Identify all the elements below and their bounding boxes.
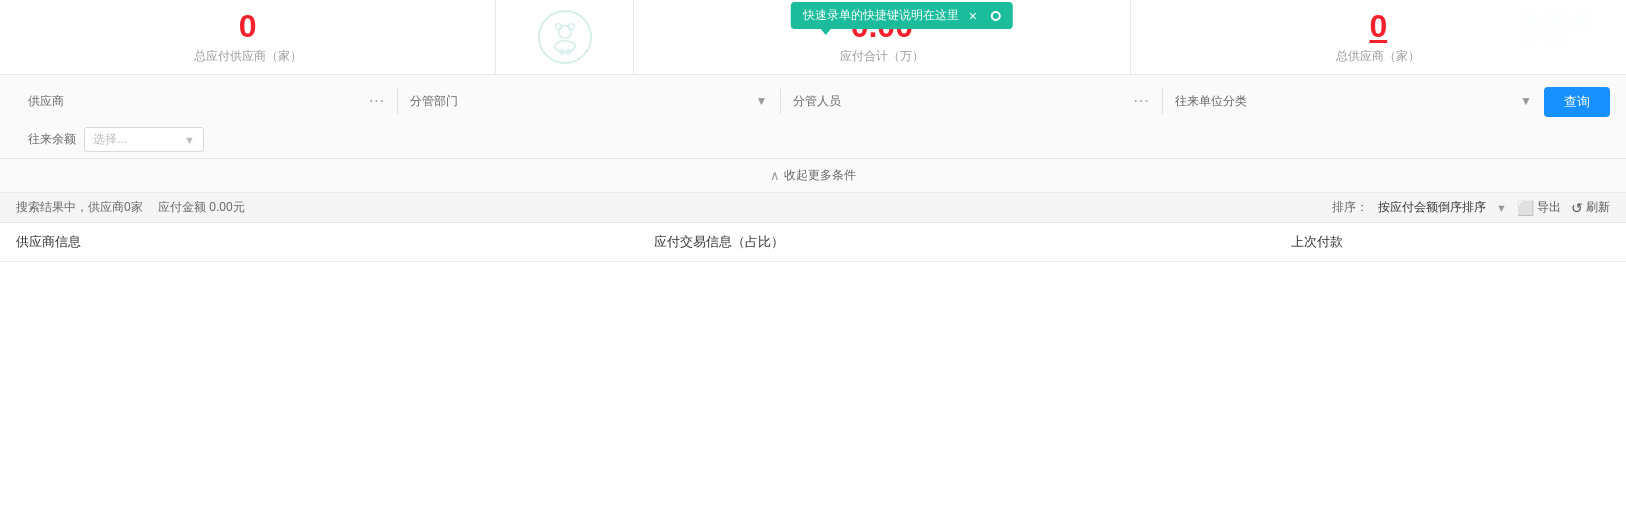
supplier-input[interactable] bbox=[84, 94, 361, 108]
stat-label-total: 应付合计（万） bbox=[840, 48, 924, 65]
svg-point-1 bbox=[555, 41, 575, 52]
export-label: 导出 bbox=[1537, 199, 1561, 216]
stat-total-suppliers: 0 总供应商（家） bbox=[1131, 0, 1626, 74]
tooltip-dot bbox=[991, 11, 1001, 21]
filter-dept: 分管部门 ▼ bbox=[398, 89, 780, 114]
svg-rect-13 bbox=[1546, 43, 1566, 47]
table-col2-header: 应付交易信息（占比） bbox=[654, 233, 1292, 251]
sort-value[interactable]: 按应付会额倒序排序 bbox=[1378, 199, 1486, 216]
supplier-dots-icon[interactable]: ··· bbox=[369, 92, 385, 110]
svg-rect-14 bbox=[1571, 12, 1591, 26]
supplier-label: 供应商 bbox=[28, 93, 76, 110]
refresh-icon: ↺ bbox=[1571, 200, 1583, 216]
export-icon: ⬜ bbox=[1517, 200, 1534, 216]
balance-label: 往来余额 bbox=[28, 131, 76, 148]
tooltip-text: 快速录单的快捷键说明在这里 bbox=[803, 7, 959, 24]
collapse-icon: ∧ bbox=[770, 168, 780, 183]
svg-rect-15 bbox=[1571, 29, 1591, 33]
dept-input[interactable] bbox=[466, 94, 747, 108]
filter-bar: 供应商 ··· 分管部门 ▼ 分管人员 ··· 往来单位分类 ▼ 查询 往来余额… bbox=[0, 75, 1626, 159]
icon-block bbox=[496, 0, 634, 74]
person-label: 分管人员 bbox=[793, 93, 841, 110]
balance-chevron-icon: ▼ bbox=[184, 134, 195, 146]
balance-select[interactable]: 选择... ▼ bbox=[84, 127, 204, 152]
export-button[interactable]: ⬜ 导出 bbox=[1517, 199, 1561, 216]
filter-row-2: 往来余额 选择... ▼ bbox=[16, 123, 1610, 154]
stat-total-payable-suppliers: 0 总应付供应商（家） bbox=[0, 0, 496, 74]
table-col3-header: 上次付款 bbox=[1291, 233, 1610, 251]
result-text: 搜索结果中，供应商0家 bbox=[16, 200, 143, 214]
table-header: 供应商信息 应付交易信息（占比） 上次付款 bbox=[0, 223, 1626, 262]
svg-point-0 bbox=[558, 26, 571, 39]
tooltip-bubble: 快速录单的快捷键说明在这里 × bbox=[791, 2, 1013, 29]
collapse-button[interactable]: ∧ 收起更多条件 bbox=[760, 165, 866, 186]
result-text-group: 搜索结果中，供应商0家 应付金额 0.00元 bbox=[16, 199, 245, 216]
result-bar-right: 排序： 按应付会额倒序排序 ▼ ⬜ 导出 ↺ 刷新 bbox=[1332, 199, 1610, 216]
tooltip-close-btn[interactable]: × bbox=[969, 8, 977, 24]
result-bar: 搜索结果中，供应商0家 应付金额 0.00元 排序： 按应付会额倒序排序 ▼ ⬜… bbox=[0, 193, 1626, 223]
unit-class-chevron-icon[interactable]: ▼ bbox=[1520, 94, 1532, 108]
refresh-label: 刷新 bbox=[1586, 199, 1610, 216]
dept-label: 分管部门 bbox=[410, 93, 458, 110]
filter-unit-class: 往来单位分类 ▼ bbox=[1163, 89, 1544, 114]
table: 供应商信息 应付交易信息（占比） 上次付款 bbox=[0, 223, 1626, 462]
svg-rect-6 bbox=[1521, 12, 1541, 26]
balance-placeholder: 选择... bbox=[93, 131, 127, 148]
stat-number-payable: 0 bbox=[239, 9, 257, 44]
sort-chevron-icon[interactable]: ▼ bbox=[1496, 202, 1507, 214]
filter-row-1: 供应商 ··· 分管部门 ▼ 分管人员 ··· 往来单位分类 ▼ 查询 bbox=[16, 85, 1610, 117]
svg-rect-12 bbox=[1546, 36, 1566, 40]
filter-supplier: 供应商 ··· bbox=[16, 88, 398, 114]
person-dots-icon[interactable]: ··· bbox=[1133, 92, 1149, 110]
stats-bar: 0 总应付供应商（家） 快速录单的快捷键说明在这里 × 0.00 应付合计（万） bbox=[0, 0, 1626, 75]
svg-rect-11 bbox=[1546, 29, 1566, 33]
refresh-button[interactable]: ↺ 刷新 bbox=[1571, 199, 1610, 216]
query-button[interactable]: 查询 bbox=[1544, 87, 1610, 117]
table-body bbox=[0, 262, 1626, 462]
stat-label-suppliers: 总供应商（家） bbox=[1336, 48, 1420, 65]
filter-person: 分管人员 ··· bbox=[781, 88, 1163, 114]
svg-rect-10 bbox=[1546, 12, 1566, 26]
icon-circle bbox=[538, 10, 592, 64]
dept-chevron-icon[interactable]: ▼ bbox=[756, 94, 768, 108]
result-amount: 应付金额 0.00元 bbox=[158, 200, 245, 214]
svg-rect-9 bbox=[1521, 43, 1541, 47]
person-input[interactable] bbox=[849, 94, 1126, 108]
collapse-label: 收起更多条件 bbox=[784, 167, 856, 184]
unit-class-label: 往来单位分类 bbox=[1175, 93, 1247, 110]
svg-rect-8 bbox=[1521, 36, 1541, 40]
sort-label: 排序： bbox=[1332, 199, 1368, 216]
svg-rect-7 bbox=[1521, 29, 1541, 33]
unit-class-input[interactable] bbox=[1255, 94, 1512, 108]
table-col1-header: 供应商信息 bbox=[16, 233, 654, 251]
stat-number-suppliers: 0 bbox=[1369, 9, 1387, 44]
collapse-row: ∧ 收起更多条件 bbox=[0, 159, 1626, 193]
bg-icon bbox=[1516, 2, 1606, 73]
stat-label-payable: 总应付供应商（家） bbox=[194, 48, 302, 65]
